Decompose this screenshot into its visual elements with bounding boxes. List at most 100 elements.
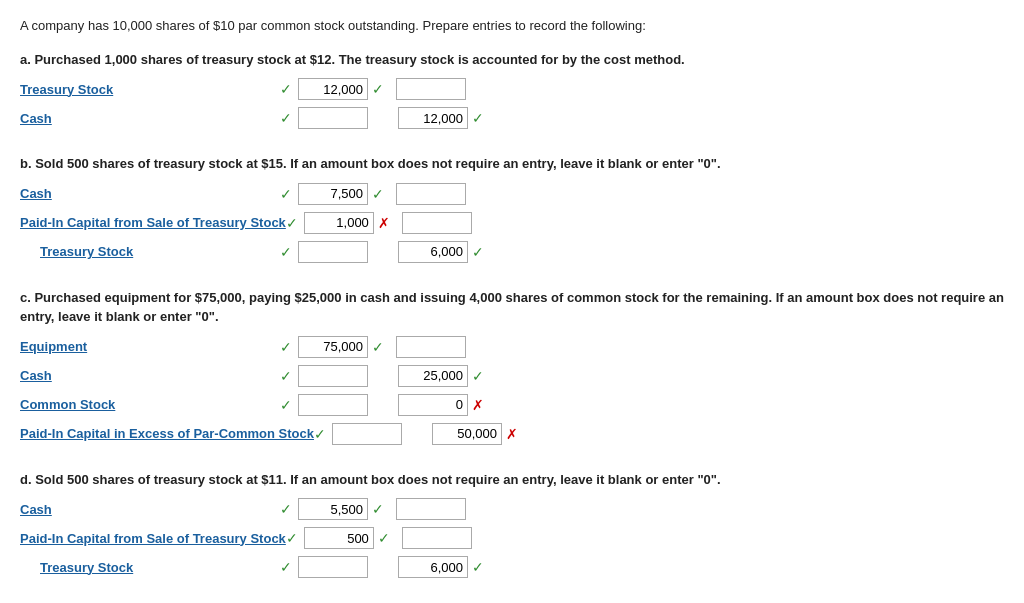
account-check-icon-a-1: ✓ — [280, 110, 292, 126]
table-row: Paid-In Capital from Sale of Treasury St… — [20, 526, 1004, 550]
credit-group-d-1 — [402, 527, 496, 549]
debit-group-b-1: ✗ — [304, 212, 396, 234]
credit-input-a-0[interactable] — [396, 78, 466, 100]
table-row: Treasury Stock ✓ ✓ — [20, 77, 1004, 101]
debit-input-b-0[interactable] — [298, 183, 368, 205]
debit-input-a-1[interactable] — [298, 107, 368, 129]
debit-group-d-1: ✓ — [304, 527, 396, 549]
credit-input-d-0[interactable] — [396, 498, 466, 520]
debit-status-icon-b-1: ✗ — [378, 215, 390, 231]
credit-status-icon-c-2: ✗ — [472, 397, 484, 413]
debit-input-d-1[interactable] — [304, 527, 374, 549]
credit-group-c-1: ✓ — [398, 365, 490, 387]
table-row: Paid-In Capital from Sale of Treasury St… — [20, 211, 1004, 235]
debit-input-d-2[interactable] — [298, 556, 368, 578]
account-check-icon-d-0: ✓ — [280, 501, 292, 517]
credit-input-b-1[interactable] — [402, 212, 472, 234]
credit-status-icon-d-2: ✓ — [472, 559, 484, 575]
credit-input-c-1[interactable] — [398, 365, 468, 387]
account-check-icon-a-0: ✓ — [280, 81, 292, 97]
credit-group-c-0 — [396, 336, 490, 358]
debit-input-c-3[interactable] — [332, 423, 402, 445]
debit-group-c-0: ✓ — [298, 336, 390, 358]
account-name-a-0: Treasury Stock — [20, 82, 280, 97]
table-row: Equipment ✓✓ — [20, 335, 1004, 359]
section-d: d. Sold 500 shares of treasury stock at … — [20, 470, 1004, 580]
account-name-d-0: Cash — [20, 502, 280, 517]
debit-status-icon-d-0: ✓ — [372, 501, 384, 517]
account-check-icon-b-2: ✓ — [280, 244, 292, 260]
table-row: Treasury Stock ✓ ✓ — [20, 240, 1004, 264]
credit-input-b-2[interactable] — [398, 241, 468, 263]
section-b-label: b. Sold 500 shares of treasury stock at … — [20, 154, 1004, 174]
debit-input-c-2[interactable] — [298, 394, 368, 416]
account-name-b-2: Treasury Stock — [20, 244, 280, 259]
section-a: a. Purchased 1,000 shares of treasury st… — [20, 50, 1004, 131]
credit-input-a-1[interactable] — [398, 107, 468, 129]
section-a-label: a. Purchased 1,000 shares of treasury st… — [20, 50, 1004, 70]
table-row: Cash ✓ ✓ — [20, 106, 1004, 130]
credit-input-d-1[interactable] — [402, 527, 472, 549]
account-check-icon-c-3: ✓ — [314, 426, 326, 442]
debit-group-d-2 — [298, 556, 392, 578]
table-row: Cash ✓ ✓ — [20, 497, 1004, 521]
credit-input-b-0[interactable] — [396, 183, 466, 205]
credit-status-icon-c-3: ✗ — [506, 426, 518, 442]
credit-group-b-2: ✓ — [398, 241, 490, 263]
account-name-d-2: Treasury Stock — [20, 560, 280, 575]
debit-group-c-2 — [298, 394, 392, 416]
table-row: Cash ✓ ✓ — [20, 182, 1004, 206]
debit-input-c-1[interactable] — [298, 365, 368, 387]
section-d-label: d. Sold 500 shares of treasury stock at … — [20, 470, 1004, 490]
debit-input-b-2[interactable] — [298, 241, 368, 263]
account-check-icon-d-2: ✓ — [280, 559, 292, 575]
debit-group-a-1 — [298, 107, 392, 129]
credit-group-d-0 — [396, 498, 490, 520]
debit-group-d-0: ✓ — [298, 498, 390, 520]
account-check-icon-b-0: ✓ — [280, 186, 292, 202]
debit-status-icon-b-0: ✓ — [372, 186, 384, 202]
debit-group-a-0: ✓ — [298, 78, 390, 100]
credit-status-icon-b-2: ✓ — [472, 244, 484, 260]
account-name-b-1: Paid-In Capital from Sale of Treasury St… — [20, 215, 286, 230]
debit-group-c-3 — [332, 423, 426, 445]
section-b: b. Sold 500 shares of treasury stock at … — [20, 154, 1004, 264]
debit-input-b-1[interactable] — [304, 212, 374, 234]
account-name-c-0: Equipment — [20, 339, 280, 354]
credit-input-d-2[interactable] — [398, 556, 468, 578]
debit-input-c-0[interactable] — [298, 336, 368, 358]
debit-input-d-0[interactable] — [298, 498, 368, 520]
credit-input-c-0[interactable] — [396, 336, 466, 358]
account-name-c-1: Cash — [20, 368, 280, 383]
debit-status-icon-d-1: ✓ — [378, 530, 390, 546]
account-name-b-0: Cash — [20, 186, 280, 201]
credit-group-a-0 — [396, 78, 490, 100]
account-check-icon-d-1: ✓ — [286, 530, 298, 546]
table-row: Paid-In Capital in Excess of Par-Common … — [20, 422, 1004, 446]
account-name-d-1: Paid-In Capital from Sale of Treasury St… — [20, 531, 286, 546]
table-row: Treasury Stock ✓ ✓ — [20, 555, 1004, 579]
account-check-icon-c-2: ✓ — [280, 397, 292, 413]
credit-input-c-2[interactable] — [398, 394, 468, 416]
credit-group-c-3: ✗ — [432, 423, 524, 445]
table-row: Cash ✓ ✓ — [20, 364, 1004, 388]
debit-input-a-0[interactable] — [298, 78, 368, 100]
credit-group-c-2: ✗ — [398, 394, 490, 416]
account-name-c-3: Paid-In Capital in Excess of Par-Common … — [20, 426, 314, 441]
section-c: c. Purchased equipment for $75,000, payi… — [20, 288, 1004, 446]
intro-text: A company has 10,000 shares of $10 par c… — [20, 16, 1004, 36]
debit-status-icon-c-0: ✓ — [372, 339, 384, 355]
debit-group-b-0: ✓ — [298, 183, 390, 205]
credit-group-b-1 — [402, 212, 496, 234]
table-row: Common Stock ✓ ✗ — [20, 393, 1004, 417]
credit-status-icon-c-1: ✓ — [472, 368, 484, 384]
account-name-c-2: Common Stock — [20, 397, 280, 412]
debit-group-c-1 — [298, 365, 392, 387]
account-check-icon-c-1: ✓ — [280, 368, 292, 384]
credit-group-d-2: ✓ — [398, 556, 490, 578]
section-c-label: c. Purchased equipment for $75,000, payi… — [20, 288, 1004, 327]
credit-input-c-3[interactable] — [432, 423, 502, 445]
account-name-a-1: Cash — [20, 111, 280, 126]
credit-group-b-0 — [396, 183, 490, 205]
credit-status-icon-a-1: ✓ — [472, 110, 484, 126]
